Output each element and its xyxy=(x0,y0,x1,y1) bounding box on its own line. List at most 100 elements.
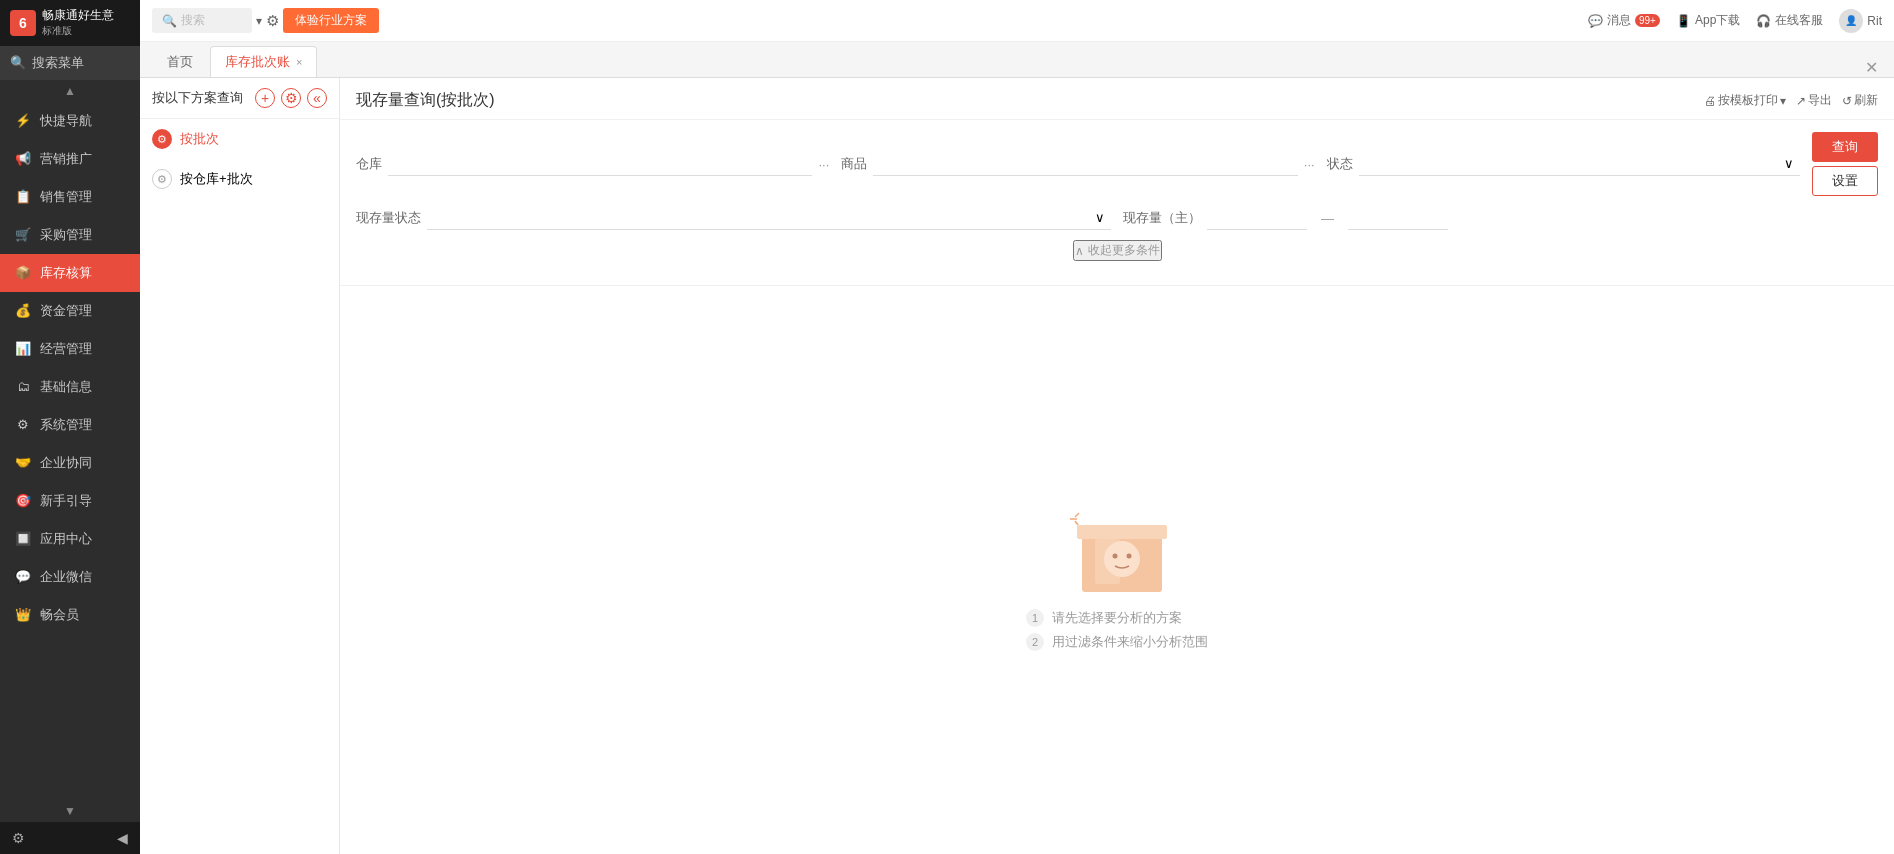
app-download-btn[interactable]: 📱 App下载 xyxy=(1676,12,1740,29)
sidebar-item-label: 企业协同 xyxy=(40,454,92,472)
sidebar-item-newbie[interactable]: 🎯 新手引导 xyxy=(0,482,140,520)
sidebar-item-label: 经营管理 xyxy=(40,340,92,358)
stock-status-dropdown[interactable]: ∨ xyxy=(427,206,1111,230)
sidebar-item-label: 系统管理 xyxy=(40,416,92,434)
stock-amount-max[interactable] xyxy=(1348,206,1448,230)
scheme-panel-header: 按以下方案查询 + ⚙ « xyxy=(140,78,339,119)
tab-inventory-batch[interactable]: 库存批次账 × xyxy=(210,46,317,77)
empty-hint-2: 2 用过滤条件来缩小分析范围 xyxy=(1026,633,1208,651)
add-scheme-btn[interactable]: + xyxy=(255,88,275,108)
tab-home-label: 首页 xyxy=(167,53,193,71)
online-service-btn[interactable]: 🎧 在线客服 xyxy=(1756,12,1823,29)
svg-line-8 xyxy=(1075,521,1078,525)
experience-btn[interactable]: 体验行业方案 xyxy=(283,8,379,33)
collapse-more-btn[interactable]: ∧ 收起更多条件 xyxy=(1073,240,1162,261)
inventory-icon: 📦 xyxy=(14,264,32,282)
sidebar-item-label: 销售管理 xyxy=(40,188,92,206)
sidebar-header: 6 畅康通好生意 标准版 xyxy=(0,0,140,46)
topbar-search[interactable]: 🔍 搜索 xyxy=(152,8,252,33)
sidebar-item-shortcut[interactable]: ⚡ 快捷导航 xyxy=(0,102,140,140)
purchase-icon: 🛒 xyxy=(14,226,32,244)
settings-btn[interactable]: 设置 xyxy=(1812,166,1878,196)
filter-goods: 商品 ··· xyxy=(841,152,1314,176)
topbar-left: 🔍 搜索 ▾ ⚙ 体验行业方案 xyxy=(152,8,1580,33)
collapse-icon: « xyxy=(313,90,321,106)
goods-input[interactable] xyxy=(873,152,1297,176)
warehouse-input[interactable] xyxy=(388,152,812,176)
chevron-down-icon: ∨ xyxy=(1784,156,1794,171)
corp-icon: 🤝 xyxy=(14,454,32,472)
empty-hints: 1 请先选择要分析的方案 2 用过滤条件来缩小分析范围 xyxy=(1026,609,1208,651)
sidebar-item-label: 应用中心 xyxy=(40,530,92,548)
panel-close-btn[interactable]: ✕ xyxy=(1861,58,1882,77)
app-edition: 标准版 xyxy=(42,24,114,38)
topbar-chevron-icon[interactable]: ▾ xyxy=(256,14,262,28)
main-area: 🔍 搜索 ▾ ⚙ 体验行业方案 💬 消息 99+ 📱 App下载 🎧 在线客服 xyxy=(140,0,1894,854)
scroll-up-btn[interactable]: ▲ xyxy=(0,80,140,102)
sidebar-item-member[interactable]: 👑 畅会员 xyxy=(0,596,140,634)
sidebar-item-finance[interactable]: 💰 资金管理 xyxy=(0,292,140,330)
marketing-icon: 📢 xyxy=(14,150,32,168)
message-icon: 💬 xyxy=(1588,14,1603,28)
collapse-icon: ∧ xyxy=(1075,244,1084,258)
svg-line-6 xyxy=(1075,513,1079,517)
scheme-panel-title: 按以下方案查询 xyxy=(152,89,243,107)
avatar: 👤 xyxy=(1839,9,1863,33)
export-btn[interactable]: ↗ 导出 xyxy=(1796,92,1832,109)
goods-label: 商品 xyxy=(841,155,867,173)
collapse-sidebar-icon[interactable]: ◀ xyxy=(117,830,128,846)
sidebar-item-wechat[interactable]: 💬 企业微信 xyxy=(0,558,140,596)
stock-amount-min[interactable] xyxy=(1207,206,1307,230)
status-label: 状态 xyxy=(1327,155,1353,173)
sidebar-item-business[interactable]: 📊 经营管理 xyxy=(0,330,140,368)
sidebar-item-marketing[interactable]: 📢 营销推广 xyxy=(0,140,140,178)
system-icon: ⚙ xyxy=(14,416,32,434)
export-icon: ↗ xyxy=(1796,94,1806,108)
sales-icon: 📋 xyxy=(14,188,32,206)
sidebar-item-inventory[interactable]: 📦 库存核算 xyxy=(0,254,140,292)
sidebar-item-apps[interactable]: 🔲 应用中心 xyxy=(0,520,140,558)
status-dropdown[interactable]: ∨ xyxy=(1359,152,1800,176)
filter-row-1: 仓库 ··· 商品 ··· 状态 ∨ xyxy=(356,132,1878,196)
sidebar-footer: ⚙ ◀ xyxy=(0,822,140,854)
tab-close-icon[interactable]: × xyxy=(296,56,302,68)
svg-point-5 xyxy=(1127,554,1132,559)
scheme-settings-btn[interactable]: ⚙ xyxy=(281,88,301,108)
warehouse-more-btn[interactable]: ··· xyxy=(818,157,829,172)
sidebar-item-system[interactable]: ⚙ 系统管理 xyxy=(0,406,140,444)
scheme-collapse-btn[interactable]: « xyxy=(307,88,327,108)
user-area[interactable]: 👤 Rit xyxy=(1839,9,1882,33)
refresh-btn[interactable]: ↺ 刷新 xyxy=(1842,92,1878,109)
query-btn[interactable]: 查询 xyxy=(1812,132,1878,162)
user-name: Rit xyxy=(1867,14,1882,28)
tab-home[interactable]: 首页 xyxy=(152,46,208,77)
topbar-right: 💬 消息 99+ 📱 App下载 🎧 在线客服 👤 Rit xyxy=(1588,9,1882,33)
goods-more-btn[interactable]: ··· xyxy=(1304,157,1315,172)
empty-illustration xyxy=(1067,497,1167,597)
svg-point-3 xyxy=(1104,541,1140,577)
sidebar-item-basic[interactable]: 🗂 基础信息 xyxy=(0,368,140,406)
sidebar-search[interactable]: 🔍 搜索菜单 xyxy=(0,46,140,80)
scheme-item-warehouse-batch[interactable]: ⚙ 按仓库+批次 xyxy=(140,159,339,199)
message-label: 消息 xyxy=(1607,12,1631,29)
filter-row-2: 现存量状态 ∨ 现存量（主） — xyxy=(356,206,1878,230)
page-actions: 🖨 按模板打印 ▾ ↗ 导出 ↺ 刷新 xyxy=(1704,92,1878,109)
sidebar-item-purchase[interactable]: 🛒 采购管理 xyxy=(0,216,140,254)
hint-text-2: 用过滤条件来缩小分析范围 xyxy=(1052,633,1208,651)
print-btn[interactable]: 🖨 按模板打印 ▾ xyxy=(1704,92,1786,109)
sidebar-item-corp[interactable]: 🤝 企业协同 xyxy=(0,444,140,482)
filter-stock-amount: 现存量（主） — xyxy=(1123,206,1878,230)
content-area: 按以下方案查询 + ⚙ « ⚙ 按批次 ⚙ xyxy=(140,78,1894,854)
filter-stock-status: 现存量状态 ∨ xyxy=(356,206,1111,230)
scroll-down-btn[interactable]: ▼ xyxy=(0,800,140,822)
message-btn[interactable]: 💬 消息 99+ xyxy=(1588,12,1660,29)
chevron-down-icon: ∨ xyxy=(1095,210,1105,225)
topbar-gear-icon[interactable]: ⚙ xyxy=(266,12,279,30)
scheme-item-batch[interactable]: ⚙ 按批次 xyxy=(140,119,339,159)
sidebar-item-sales[interactable]: 📋 销售管理 xyxy=(0,178,140,216)
sidebar-item-label: 库存核算 xyxy=(40,264,92,282)
settings-footer-icon[interactable]: ⚙ xyxy=(12,830,25,846)
printer-icon: 🖨 xyxy=(1704,94,1716,108)
search-icon: 🔍 xyxy=(162,14,177,28)
stock-amount-label: 现存量（主） xyxy=(1123,209,1201,227)
